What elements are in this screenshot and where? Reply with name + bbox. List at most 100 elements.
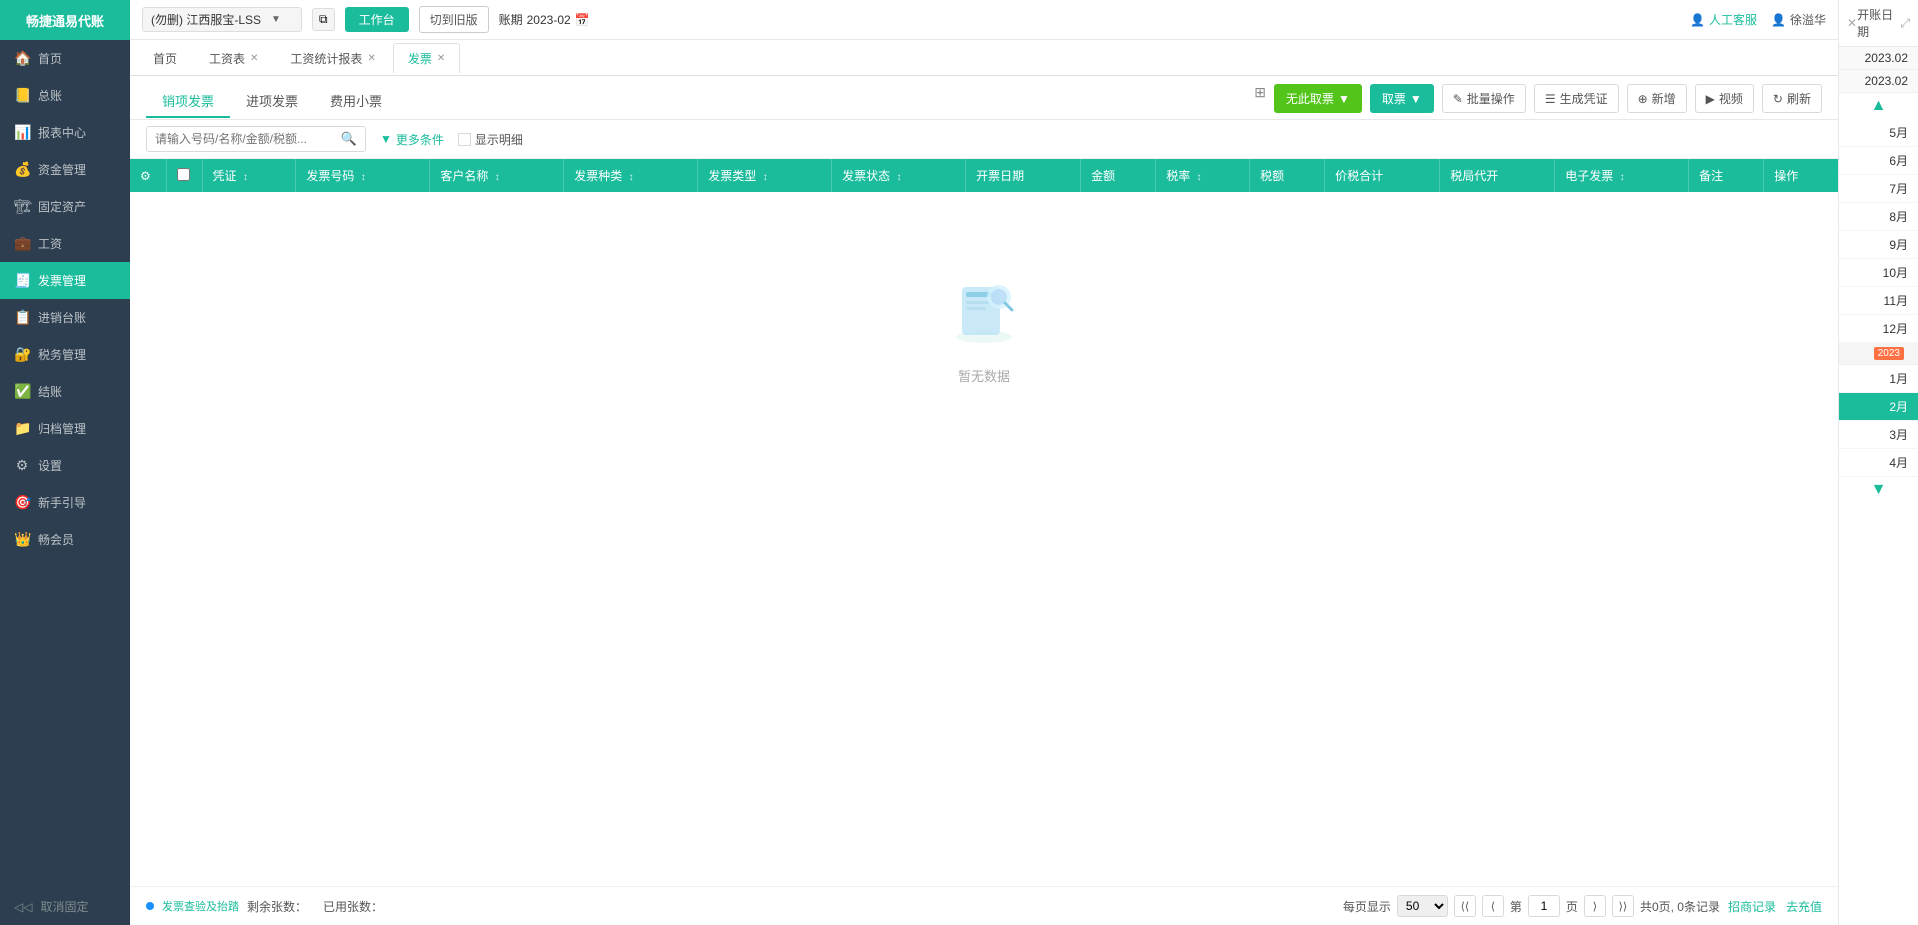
select-all-checkbox[interactable] xyxy=(177,168,190,181)
sort-icon[interactable]: ↕ xyxy=(495,172,500,183)
th-amount: 金额 xyxy=(1081,159,1156,192)
refresh-button[interactable]: ↻ 刷新 xyxy=(1762,84,1822,113)
page-unit: 页 xyxy=(1566,898,1578,915)
sidebar-item-label: 税务管理 xyxy=(38,346,86,363)
date-month-5[interactable]: 5月 xyxy=(1839,119,1918,147)
sidebar-item-payroll[interactable]: 💼 工资 xyxy=(0,225,130,262)
sidebar-item-sales-ledger[interactable]: 📋 进销台账 xyxy=(0,299,130,336)
tab-home-label: 首页 xyxy=(153,50,177,67)
batch-op-button[interactable]: ✎ 批量操作 xyxy=(1442,84,1526,113)
date-year-2023-02-first[interactable]: 2023.02 xyxy=(1839,47,1918,70)
page-size-select[interactable]: 50 10 20 100 xyxy=(1397,895,1448,917)
period-value: 2023-02 xyxy=(527,13,571,27)
sidebar-item-ledger[interactable]: 📒 总账 xyxy=(0,77,130,114)
sidebar-item-home[interactable]: 🏠 首页 xyxy=(0,40,130,77)
date-month-8[interactable]: 8月 xyxy=(1839,203,1918,231)
sidebar-item-reports[interactable]: 📊 报表中心 xyxy=(0,114,130,151)
date-panel-close-button[interactable]: ✕ xyxy=(1847,16,1857,30)
sort-icon[interactable]: ↕ xyxy=(361,172,366,183)
sidebar-item-settings[interactable]: ⚙ 设置 xyxy=(0,447,130,484)
first-page-button[interactable]: ⟨⟨ xyxy=(1454,895,1476,917)
sub-tab-expense-receipt[interactable]: 费用小票 xyxy=(314,85,398,118)
th-status: 发票状态 ↕ xyxy=(832,159,966,192)
sidebar-item-assets[interactable]: 🏗 固定资产 xyxy=(0,188,130,225)
date-month-label: 5月 xyxy=(1889,126,1908,140)
dropdown-icon2: ▼ xyxy=(1410,92,1422,106)
video-button[interactable]: ▶ 视频 xyxy=(1695,84,1754,113)
get-invoice-button[interactable]: 取票 ▼ xyxy=(1370,84,1434,113)
sort-icon[interactable]: ↕ xyxy=(1620,172,1625,183)
invoice-verify-link[interactable]: 发票查验及抬踏 xyxy=(162,898,239,914)
sidebar-item-funds[interactable]: 💰 资金管理 xyxy=(0,151,130,188)
copy-button[interactable]: ⧉ xyxy=(312,8,335,31)
tab-close-invoice[interactable]: ✕ xyxy=(437,53,445,64)
close-accounts-icon: ✅ xyxy=(14,383,30,400)
sub-tab-purchase-invoice[interactable]: 进项发票 xyxy=(230,85,314,118)
payroll-icon: 💼 xyxy=(14,235,30,252)
switch-version-button[interactable]: 切到旧版 xyxy=(419,6,489,33)
date-year-2023-02-second[interactable]: 2023.02 xyxy=(1839,70,1918,93)
date-month-2023-3[interactable]: 3月 xyxy=(1839,421,1918,449)
merchant-records-link[interactable]: 招商记录 xyxy=(1728,898,1776,915)
no-invoice-button[interactable]: 无此取票 ▼ xyxy=(1274,84,1362,113)
tab-close-payroll[interactable]: ✕ xyxy=(250,53,258,64)
user-profile[interactable]: 👤 徐溢华 xyxy=(1771,11,1826,28)
date-month-9[interactable]: 9月 xyxy=(1839,231,1918,259)
plus-icon: ⊕ xyxy=(1638,92,1648,106)
tab-payroll-report[interactable]: 工资统计报表 ✕ xyxy=(275,43,390,73)
sidebar-item-invoice[interactable]: 🧾 发票管理 xyxy=(0,262,130,299)
date-scroll-down-button[interactable]: ▼ xyxy=(1839,477,1918,503)
sidebar-item-label: 新手引导 xyxy=(38,494,86,511)
sort-icon[interactable]: ↕ xyxy=(243,172,248,183)
prev-page-button[interactable]: ⟨ xyxy=(1482,895,1504,917)
date-month-11[interactable]: 11月 xyxy=(1839,287,1918,315)
tab-invoice[interactable]: 发票 ✕ xyxy=(393,43,460,73)
next-page-button[interactable]: ⟩ xyxy=(1584,895,1606,917)
sidebar: 畅捷通易代账 🏠 首页 📒 总账 📊 报表中心 💰 资金管理 🏗 固定资产 💼 … xyxy=(0,0,130,925)
date-month-7[interactable]: 7月 xyxy=(1839,175,1918,203)
sidebar-item-label: 归档管理 xyxy=(38,420,86,437)
sub-tab-sales-invoice[interactable]: 销项发票 xyxy=(146,85,230,118)
sort-icon[interactable]: ↕ xyxy=(897,172,902,183)
sidebar-item-label: 工资 xyxy=(38,235,62,252)
date-month-6[interactable]: 6月 xyxy=(1839,147,1918,175)
date-month-12[interactable]: 12月 xyxy=(1839,315,1918,343)
date-month-10[interactable]: 10月 xyxy=(1839,259,1918,287)
th-checkbox[interactable] xyxy=(166,159,202,192)
last-page-button[interactable]: ⟩⟩ xyxy=(1612,895,1634,917)
date-year-2023-header[interactable]: 2023 xyxy=(1839,343,1918,365)
date-month-2023-2[interactable]: 2月 xyxy=(1839,393,1918,421)
more-conditions-button[interactable]: ▼ 更多条件 xyxy=(380,131,444,148)
date-scroll-up-button[interactable]: ▲ xyxy=(1839,93,1918,119)
sort-icon[interactable]: ↕ xyxy=(763,172,768,183)
sidebar-item-guide[interactable]: 🎯 新手引导 xyxy=(0,484,130,521)
sidebar-item-archive[interactable]: 📁 归档管理 xyxy=(0,410,130,447)
show-detail-toggle[interactable]: 显示明细 xyxy=(458,131,523,148)
unpin-button[interactable]: ◁◁ 取消固定 xyxy=(0,888,130,925)
sidebar-item-tax[interactable]: 🔐 税务管理 xyxy=(0,336,130,373)
generate-voucher-button[interactable]: ☰ 生成凭证 xyxy=(1534,84,1619,113)
user-avatar-icon: 👤 xyxy=(1771,13,1786,27)
page-input[interactable] xyxy=(1528,895,1560,917)
grid-settings-icon[interactable]: ⊞ xyxy=(1254,84,1266,113)
sidebar-item-close[interactable]: ✅ 结账 xyxy=(0,373,130,410)
tab-close-payroll-report[interactable]: ✕ xyxy=(367,53,375,64)
date-month-label: 3月 xyxy=(1889,428,1908,442)
company-selector[interactable]: (勿删) 江西服宝-LSS ▼ xyxy=(142,7,302,32)
tab-home[interactable]: 首页 xyxy=(138,43,192,73)
customer-service-button[interactable]: 👤 人工客服 xyxy=(1690,11,1757,28)
sidebar-item-member[interactable]: 👑 畅会员 xyxy=(0,521,130,558)
th-settings[interactable]: ⚙ xyxy=(130,159,166,192)
sidebar-item-label: 发票管理 xyxy=(38,272,86,289)
tab-payroll[interactable]: 工资表 ✕ xyxy=(194,43,273,73)
recharge-link[interactable]: 去充值 xyxy=(1786,898,1822,915)
workspace-button[interactable]: 工作台 xyxy=(345,7,409,32)
date-month-2023-4[interactable]: 4月 xyxy=(1839,449,1918,477)
show-detail-checkbox[interactable] xyxy=(458,133,471,146)
new-button[interactable]: ⊕ 新增 xyxy=(1627,84,1687,113)
sort-icon[interactable]: ↕ xyxy=(629,172,634,183)
date-month-2023-1[interactable]: 1月 xyxy=(1839,365,1918,393)
sort-icon[interactable]: ↕ xyxy=(1197,172,1202,183)
date-panel-maximize-button[interactable]: ⤢ xyxy=(1900,16,1910,31)
search-input[interactable] xyxy=(155,132,335,146)
